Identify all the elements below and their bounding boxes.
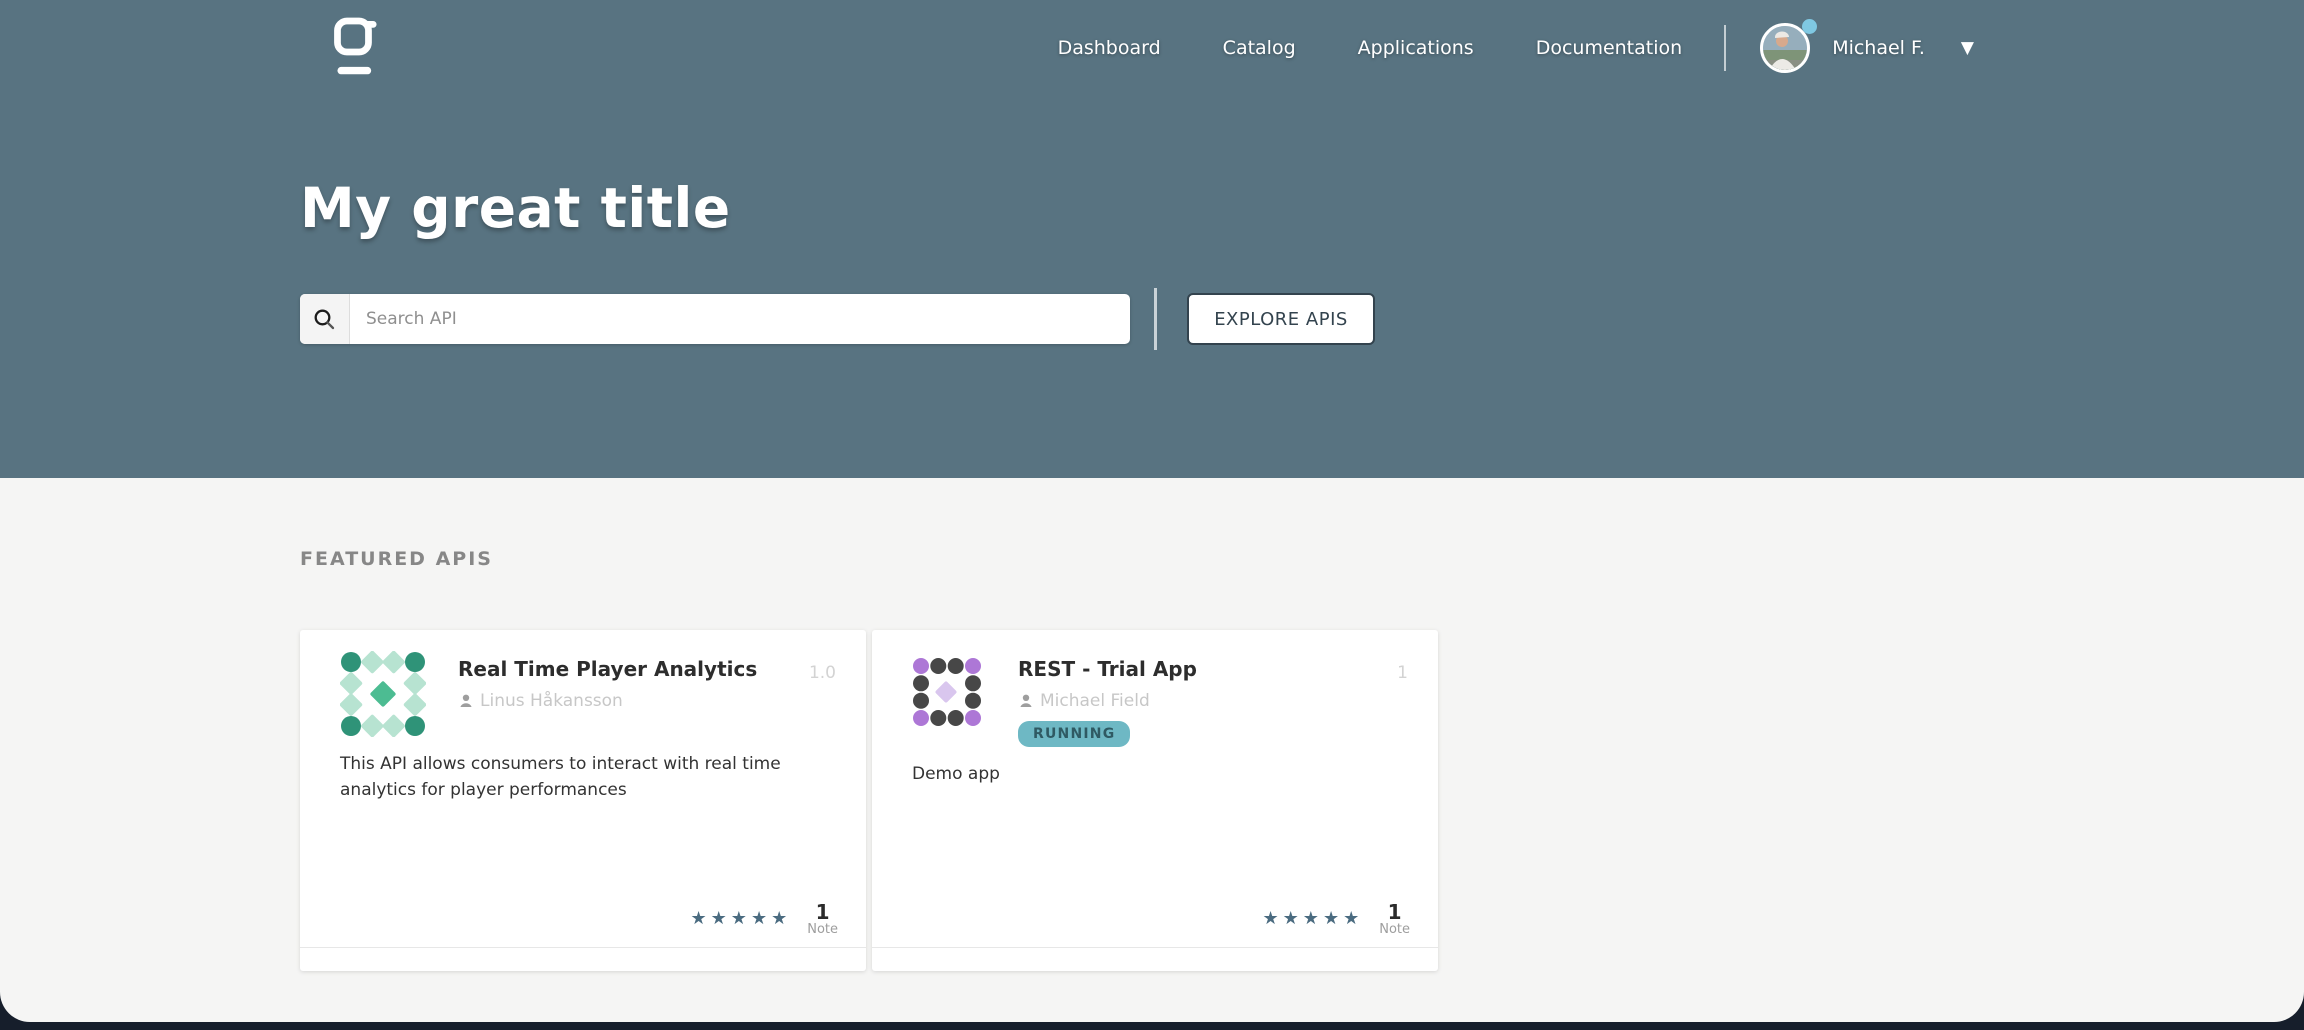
avatar-wrapper (1760, 19, 1818, 73)
rating-note: 1 Note (807, 901, 838, 937)
nav-item-applications[interactable]: Applications (1358, 37, 1474, 59)
purple-dot-grid-icon (913, 658, 981, 726)
hero-vertical-divider (1154, 288, 1157, 350)
card-header: Real Time Player Analytics Linus Håkanss… (340, 651, 836, 737)
api-title: Real Time Player Analytics (458, 657, 758, 681)
rating-count: 1 (815, 899, 830, 924)
explore-apis-button[interactable]: EXPLORE APIS (1187, 293, 1375, 345)
search-icon (314, 309, 335, 329)
main-section: FEATURED APIS Real Time Player Analytics… (0, 478, 2304, 1022)
featured-apis-heading: FEATURED APIS (300, 548, 493, 570)
rating-label: Note (1379, 921, 1410, 937)
online-status-dot (1802, 19, 1818, 34)
api-rating: ★★★★★ 1 Note (691, 901, 838, 937)
page-title: My great title (300, 176, 731, 240)
person-icon (1020, 694, 1032, 707)
api-rating: ★★★★★ 1 Note (1263, 901, 1410, 937)
top-navigation-bar: Dashboard Catalog Applications Documenta… (0, 0, 2304, 96)
footer-strip (0, 1022, 2304, 1030)
chevron-down-icon[interactable]: ▼ (1961, 38, 1974, 58)
api-version: 1.0 (808, 663, 836, 683)
rating-label: Note (807, 921, 838, 937)
portal-page: Dashboard Catalog Applications Documenta… (0, 0, 2304, 1030)
api-owner: Linus Håkansson (458, 691, 809, 711)
api-description: This API allows consumers to interact wi… (340, 754, 781, 801)
api-owner-name: Michael Field (1040, 691, 1150, 711)
api-owner: Michael Field (1018, 691, 1397, 711)
card-header: REST - Trial App Michael Field RUNNING 1 (912, 651, 1408, 747)
api-card-rest-trial-app[interactable]: REST - Trial App Michael Field RUNNING 1… (872, 630, 1438, 971)
api-title: REST - Trial App (1018, 657, 1197, 681)
card-footer-divider (300, 947, 866, 948)
search-box (300, 294, 1130, 344)
user-name: Michael F. (1832, 37, 1925, 59)
search-row: EXPLORE APIS (300, 288, 2304, 350)
user-menu[interactable]: Michael F. ▼ (1760, 19, 1974, 73)
card-meta: Real Time Player Analytics Linus Håkanss… (458, 651, 809, 711)
rating-note: 1 Note (1379, 901, 1410, 937)
featured-cards-row: Real Time Player Analytics Linus Håkanss… (300, 630, 2304, 971)
search-api-input[interactable] (350, 294, 1130, 344)
nav-item-catalog[interactable]: Catalog (1223, 37, 1296, 59)
api-card-real-time-player-analytics[interactable]: Real Time Player Analytics Linus Håkanss… (300, 630, 866, 971)
star-rating-icons: ★★★★★ (690, 908, 792, 930)
status-badge-running: RUNNING (1018, 721, 1131, 747)
main-nav: Dashboard Catalog Applications Documenta… (1058, 37, 1683, 59)
api-version: 1 (1397, 663, 1408, 683)
teal-diamond-grid-icon (340, 651, 426, 737)
topbar-divider (1724, 25, 1727, 71)
hero-section: Dashboard Catalog Applications Documenta… (0, 0, 2304, 478)
api-owner-name: Linus Håkansson (480, 691, 623, 711)
gravitee-logo-icon[interactable] (326, 17, 384, 79)
card-meta: REST - Trial App Michael Field RUNNING (1018, 651, 1397, 747)
rating-count: 1 (1387, 899, 1402, 924)
card-footer-divider (872, 947, 1438, 948)
nav-item-documentation[interactable]: Documentation (1536, 37, 1682, 59)
search-icon-button[interactable] (300, 294, 350, 344)
nav-item-dashboard[interactable]: Dashboard (1058, 37, 1161, 59)
star-rating-icons: ★★★★★ (1262, 908, 1364, 930)
person-icon (460, 694, 472, 707)
api-description: Demo app (912, 764, 1000, 784)
